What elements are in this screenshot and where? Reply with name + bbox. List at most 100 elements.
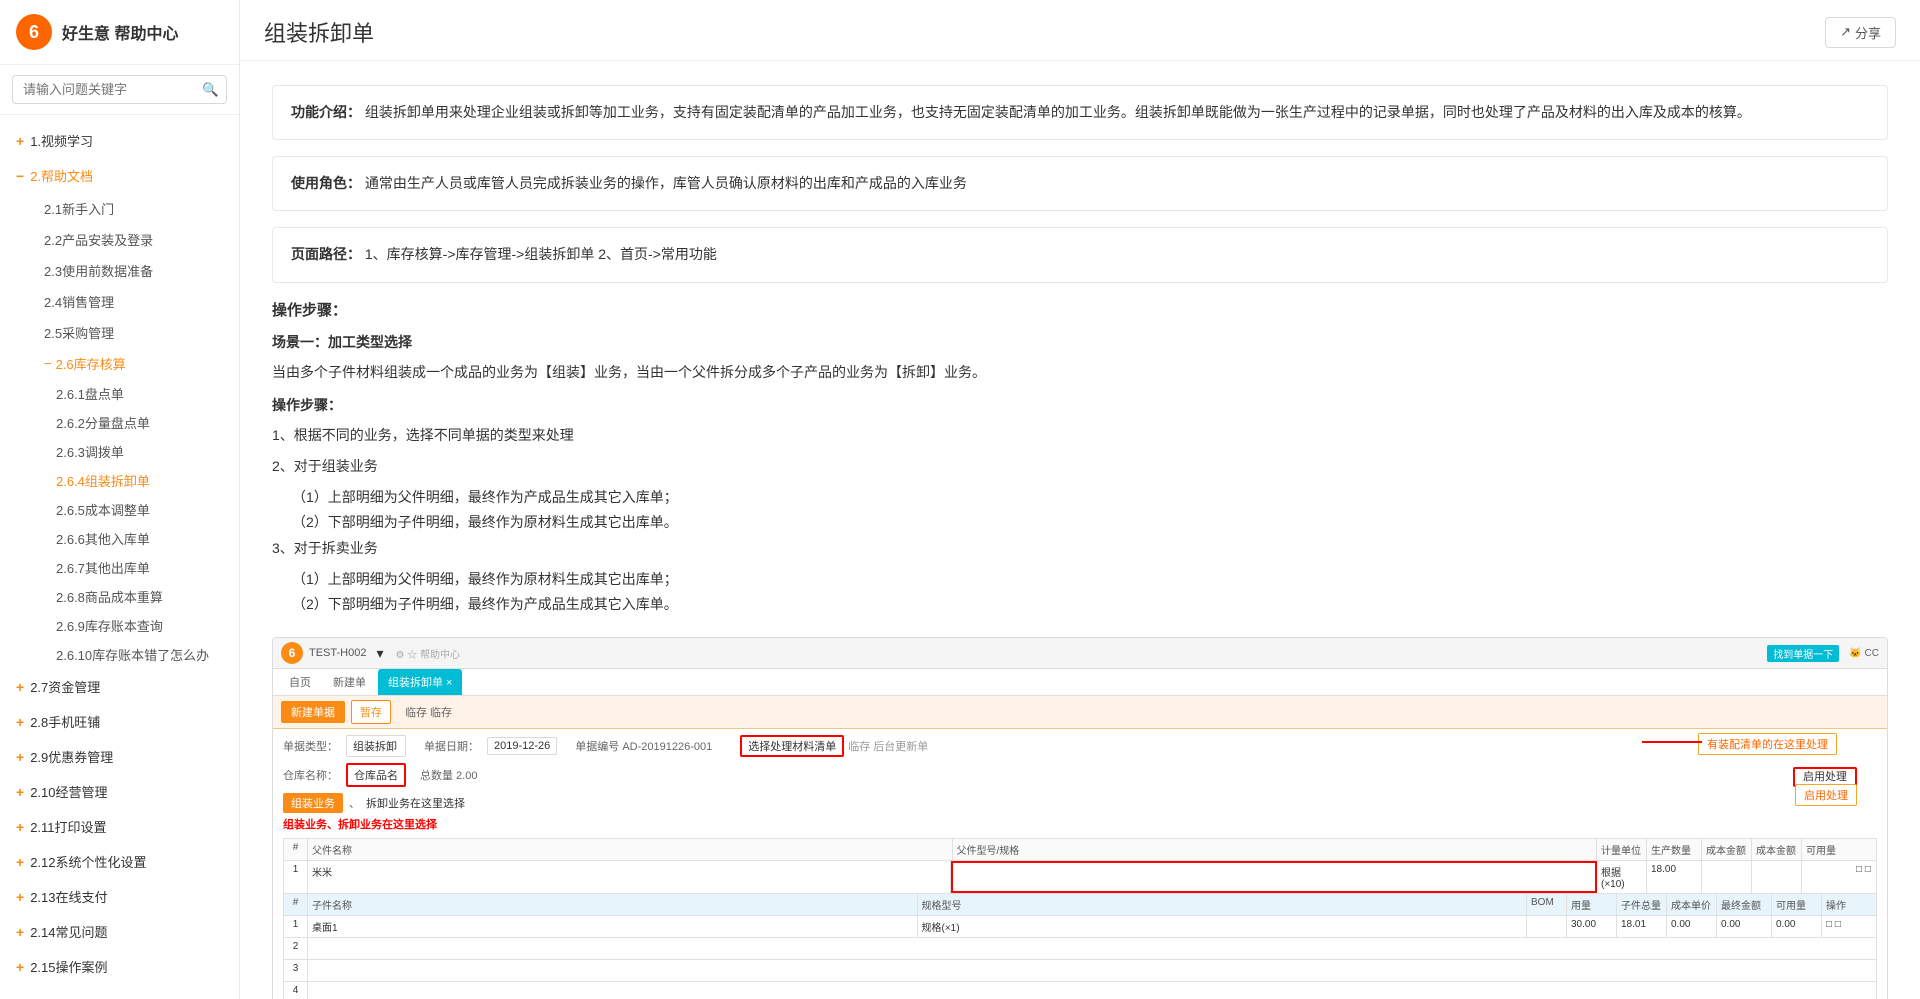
app-name: 好生意 帮助中心 (62, 20, 178, 44)
sub-row-3: 3 (283, 960, 1877, 982)
form-row-2: 仓库名称： 仓库品名 总数量 2.00 启用处理 启用处理 (283, 763, 1877, 787)
sidebar: 6 好生意 帮助中心 🔍 + 1.视频学习 − 2.帮助文档 2.1新手入门 2… (0, 0, 240, 999)
sidebar-item-2.6.7[interactable]: 2.6.7其他出库单 (44, 553, 239, 582)
path-text: 1、库存核算->库存管理->组装拆卸单 2、首页->常用功能 (365, 246, 717, 262)
expand-icon-case: + (16, 959, 24, 975)
page-title: 组装拆卸单 (264, 16, 374, 48)
nav-item-docs: − 2.帮助文档 2.1新手入门 2.2产品安装及登录 2.3使用前数据准备 2… (0, 158, 239, 669)
sidebar-item-case[interactable]: + 2.15操作案例 (0, 949, 239, 984)
sidebar-item-2.6.2[interactable]: 2.6.2分量盘点单 (44, 408, 239, 437)
feature-label: 功能介绍： (291, 104, 361, 120)
expand-icon: + (16, 133, 24, 149)
label-warehouse: 仓库名称： (283, 767, 338, 783)
sidebar-item-coupon[interactable]: + 2.9优惠券管理 (0, 739, 239, 774)
sth-act (1852, 894, 1876, 915)
sr-act-1 (1852, 916, 1876, 937)
table-header: # 父件名称 父件型号/规格 计量单位 生产数量 成本金额 成本金额 可用量 (283, 838, 1877, 861)
expand-icon-coupon: + (16, 749, 24, 765)
app-subnav: 新建单据 暂存 临存 临存 (273, 696, 1887, 729)
annotation-box-list: 有装配清单的在这里处理 (1698, 733, 1837, 755)
sth-spec: 规格型号 (918, 894, 1528, 915)
sidebar-item-2.6.1[interactable]: 2.6.1盘点单 (44, 379, 239, 408)
sidebar-item-ops[interactable]: + 2.10经营管理 (0, 774, 239, 809)
nav-item-finance: + 2.7资金管理 (0, 669, 239, 704)
sidebar-item-2.6.10[interactable]: 2.6.10库存账本错了怎么办 (44, 640, 239, 669)
field-date[interactable]: 2019-12-26 (487, 737, 557, 755)
tab-new[interactable]: 新建单 (323, 669, 376, 695)
btn-process-list[interactable]: 选择处理材料清单 (740, 735, 844, 757)
label-disassemble: 拆卸业务在这里选择 (366, 795, 465, 811)
steps-list: 1、根据不同的业务，选择不同单据的类型来处理 2、对于组装业务 （1）上部明细为… (272, 423, 1888, 617)
th-unit: 计量单位 (1597, 839, 1647, 860)
collapse-icon: − (16, 168, 24, 184)
sidebar-item-new[interactable]: 2.1新手入门 (28, 193, 239, 224)
sub-row-1: 1 桌面1 规格(×1) 30.00 18.01 0.00 0.00 0.00 … (283, 916, 1877, 938)
sidebar-item-2.6.8[interactable]: 2.6.8商品成本重算 (44, 582, 239, 611)
app-icons: ⚙ ☆ 帮助中心 (396, 646, 461, 661)
th-model: 父件型号/规格 (953, 839, 1598, 860)
scene-title: 场景一：加工类型选择 (272, 332, 1888, 352)
sidebar-item-inventory[interactable]: − 2.6库存核算 (28, 348, 239, 379)
sr-empty-3 (308, 960, 1876, 981)
search-input[interactable] (12, 75, 227, 104)
scene-desc: 当由多个子件材料组装成一个成品的业务为【组装】业务，当由一个父件拆分成多个子产品… (272, 360, 1888, 385)
sidebar-item-2.6.6[interactable]: 2.6.6其他入库单 (44, 524, 239, 553)
sr-num-4: 4 (284, 982, 308, 999)
sidebar-item-2.6.3[interactable]: 2.6.3调拨单 (44, 437, 239, 466)
expand-icon-mobile: + (16, 714, 24, 730)
annotation-text-type: 组装业务、拆卸业务在这里选择 (283, 819, 437, 831)
app-company-id: TEST-H002 (309, 647, 366, 659)
sidebar-item-custom[interactable]: + 2.12系统个性化设置 (0, 844, 239, 879)
field-doc-type[interactable]: 组装拆卸 (346, 735, 406, 757)
sidebar-item-2.6.5[interactable]: 2.6.5成本调整单 (44, 495, 239, 524)
sth-amount: 最终金额 (1717, 894, 1772, 915)
btn-assemble[interactable]: 组装业务 (283, 793, 343, 813)
steps-title2: 操作步骤： (272, 395, 1888, 415)
sidebar-item-mobile[interactable]: + 2.8手机旺铺 (0, 704, 239, 739)
search-button[interactable]: 🔍 (202, 82, 219, 98)
btn-save[interactable]: 暂存 (351, 700, 391, 724)
op-steps-title: 操作步骤： (272, 299, 1888, 320)
sidebar-item-2.6.4[interactable]: 2.6.4组装拆卸单 (44, 466, 239, 495)
form-row-1: 单据类型： 组装拆卸 单据日期： 2019-12-26 单据编号 AD-2019… (283, 735, 1877, 757)
slash-separator: 、 (349, 795, 360, 811)
step-1: 1、根据不同的业务，选择不同单据的类型来处理 (272, 423, 1888, 448)
sidebar-item-data[interactable]: 2.3使用前数据准备 (28, 255, 239, 286)
sr-num-1: 1 (284, 916, 308, 937)
share-button[interactable]: ↗ 分享 (1825, 17, 1896, 48)
tab-active[interactable]: 组装拆卸单 × (378, 669, 462, 695)
sidebar-item-sales[interactable]: 2.4销售管理 (28, 286, 239, 317)
annotation-type: 组装业务、拆卸业务在这里选择 (283, 815, 437, 832)
nav-item-coupon: + 2.9优惠券管理 (0, 739, 239, 774)
sr-name-1: 桌面1 (308, 916, 918, 937)
btn-new-doc[interactable]: 新建单据 (281, 701, 345, 723)
step-3-1: （1）上部明细为父件明细，最终作为原材料生成其它出库单； (292, 567, 1888, 592)
td-model-1[interactable] (951, 861, 1597, 893)
td-qty-1: 18.00 (1647, 861, 1702, 893)
sidebar-item-install[interactable]: 2.2产品安装及登录 (28, 224, 239, 255)
expand-icon-finance: + (16, 679, 24, 695)
sidebar-item-print[interactable]: + 2.11打印设置 (0, 809, 239, 844)
nav-item-mobile: + 2.8手机旺铺 (0, 704, 239, 739)
nav-item-faq: + 2.14常见问题 (0, 914, 239, 949)
nav-item-pay: + 2.13在线支付 (0, 879, 239, 914)
sidebar-item-finance[interactable]: + 2.7资金管理 (0, 669, 239, 704)
sidebar-item-video[interactable]: + 1.视频学习 (0, 123, 239, 158)
expand-icon-ops: + (16, 784, 24, 800)
sidebar-item-2.6.9[interactable]: 2.6.9库存账本查询 (44, 611, 239, 640)
field-warehouse[interactable]: 仓库品名 (346, 763, 406, 787)
tab-home[interactable]: 自页 (279, 669, 321, 695)
sidebar-item-purchase[interactable]: 2.5采购管理 (28, 317, 239, 348)
td-cost2-1 (1752, 861, 1802, 893)
op-steps-container: 操作步骤： 场景一：加工类型选择 当由多个子件材料组装成一个成品的业务为【组装】… (272, 299, 1888, 618)
sth-name: 子件名称 (308, 894, 918, 915)
expand-icon-custom: + (16, 854, 24, 870)
sidebar-item-docs[interactable]: − 2.帮助文档 (0, 158, 239, 193)
app-topbar: 6 TEST-H002 ▾ ⚙ ☆ 帮助中心 找到单据一下 🐱 CC (273, 638, 1887, 669)
expand-icon-print: + (16, 819, 24, 835)
td-act-1: □ □ (1852, 861, 1876, 893)
sth-bom: BOM (1527, 894, 1567, 915)
sidebar-item-faq[interactable]: + 2.14常见问题 (0, 914, 239, 949)
sidebar-item-pay[interactable]: + 2.13在线支付 (0, 879, 239, 914)
nav-item-custom: + 2.12系统个性化设置 (0, 844, 239, 879)
